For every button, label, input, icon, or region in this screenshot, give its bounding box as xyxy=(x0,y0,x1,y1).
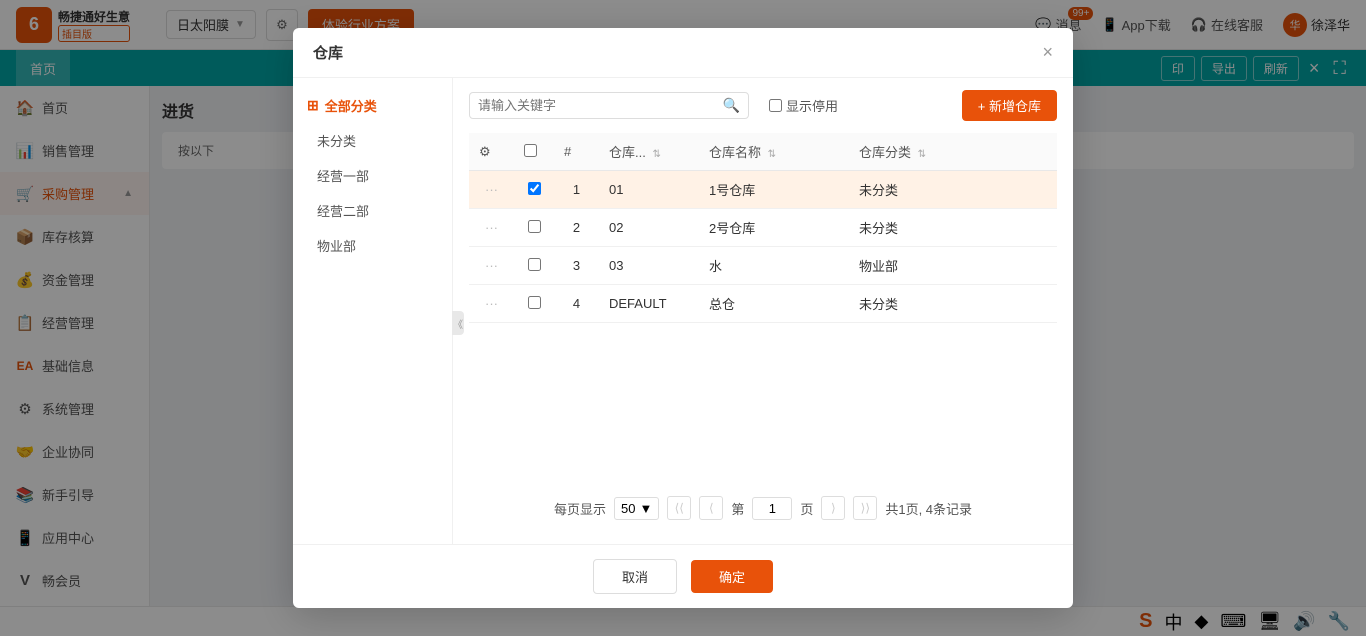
cat-sort-icon: ⇅ xyxy=(918,149,926,160)
row-checkbox[interactable] xyxy=(528,182,541,195)
more-icon[interactable]: ··· xyxy=(485,296,498,311)
row-name: 水 xyxy=(699,247,849,285)
page-number-input[interactable] xyxy=(752,497,792,520)
row-code: 03 xyxy=(599,247,699,285)
page-total: 共1页, 4条记录 xyxy=(885,499,972,518)
chevron-down-icon: ▼ xyxy=(639,501,652,516)
row-checkbox[interactable] xyxy=(528,296,541,309)
pagination: 每页显示 50 ▼ ⟨⟨ ⟨ 第 页 ⟩ xyxy=(469,484,1057,532)
show-disabled-checkbox[interactable] xyxy=(769,99,782,112)
row-checkbox[interactable] xyxy=(528,258,541,271)
row-gear: ··· xyxy=(469,209,514,247)
row-category: 物业部 xyxy=(849,247,969,285)
row-name: 总仓 xyxy=(699,285,849,323)
modal-header: 仓库 × xyxy=(293,28,1073,78)
per-page-select[interactable]: 50 ▼ xyxy=(614,497,659,520)
category-ops2[interactable]: 经营二部 xyxy=(293,193,452,228)
more-icon[interactable]: ··· xyxy=(485,182,498,197)
row-actions xyxy=(969,209,1057,247)
row-name: 2号仓库 xyxy=(699,209,849,247)
warehouse-table: ⚙ # 仓库... ⇅ xyxy=(469,133,1057,323)
table-header-name: 仓库名称 ⇅ xyxy=(699,133,849,171)
modal-footer: 取消 确定 xyxy=(293,544,1073,608)
category-property[interactable]: 物业部 xyxy=(293,228,452,263)
row-gear: ··· xyxy=(469,171,514,209)
table-row[interactable]: ··· 3 03 水 物业部 xyxy=(469,247,1057,285)
row-num: 3 xyxy=(554,247,599,285)
confirm-button[interactable]: 确定 xyxy=(691,560,773,593)
code-sort-icon: ⇅ xyxy=(652,149,660,160)
cancel-button[interactable]: 取消 xyxy=(593,559,677,594)
modal-main: 🔍 显示停用 + 新增仓库 xyxy=(453,78,1073,544)
gear-col-icon: ⚙ xyxy=(479,144,491,159)
first-page-button[interactable]: ⟨⟨ xyxy=(667,496,691,520)
row-num: 1 xyxy=(554,171,599,209)
page-number-label: 第 xyxy=(731,499,744,518)
add-warehouse-button[interactable]: + 新增仓库 xyxy=(962,90,1057,121)
show-disabled-toggle[interactable]: 显示停用 xyxy=(769,96,838,115)
grid-icon: ⊞ xyxy=(307,97,319,114)
row-checkbox-cell xyxy=(514,247,554,285)
more-icon[interactable]: ··· xyxy=(485,258,498,273)
table-row[interactable]: ··· 4 DEFAULT 总仓 未分类 xyxy=(469,285,1057,323)
table-header-gear: ⚙ xyxy=(469,133,514,171)
table-header-code: 仓库... ⇅ xyxy=(599,133,699,171)
table-row[interactable]: ··· 1 01 1号仓库 未分类 xyxy=(469,171,1057,209)
row-checkbox[interactable] xyxy=(528,220,541,233)
last-page-button[interactable]: ⟩⟩ xyxy=(853,496,877,520)
row-name: 1号仓库 xyxy=(699,171,849,209)
search-icon: 🔍 xyxy=(723,97,740,114)
per-page-label: 每页显示 xyxy=(554,499,606,518)
row-checkbox-cell xyxy=(514,209,554,247)
row-code: 02 xyxy=(599,209,699,247)
modal-overlay: 仓库 × ⊞ 全部分类 未分类 经营一部 经营二部 物业部 《 xyxy=(0,0,1366,636)
modal-body: ⊞ 全部分类 未分类 经营一部 经营二部 物业部 《 🔍 xyxy=(293,78,1073,544)
warehouse-modal: 仓库 × ⊞ 全部分类 未分类 经营一部 经营二部 物业部 《 xyxy=(293,28,1073,608)
row-actions xyxy=(969,285,1057,323)
table-header-num: # xyxy=(554,133,599,171)
name-sort-icon: ⇅ xyxy=(768,149,776,160)
category-sidebar: ⊞ 全部分类 未分类 经营一部 经营二部 物业部 《 xyxy=(293,78,453,544)
table-header-actions xyxy=(969,133,1057,171)
row-num: 2 xyxy=(554,209,599,247)
select-all-checkbox[interactable] xyxy=(524,144,537,157)
row-actions xyxy=(969,171,1057,209)
row-category: 未分类 xyxy=(849,171,969,209)
modal-title: 仓库 xyxy=(313,42,343,63)
page-suffix: 页 xyxy=(800,499,813,518)
category-unclassified[interactable]: 未分类 xyxy=(293,123,452,158)
table-header-check xyxy=(514,133,554,171)
category-ops1[interactable]: 经营一部 xyxy=(293,158,452,193)
table-header-category: 仓库分类 ⇅ xyxy=(849,133,969,171)
modal-close-button[interactable]: × xyxy=(1042,42,1053,63)
all-categories[interactable]: ⊞ 全部分类 xyxy=(293,88,452,123)
row-checkbox-cell xyxy=(514,285,554,323)
search-box: 🔍 xyxy=(469,92,749,119)
row-code: 01 xyxy=(599,171,699,209)
table-row[interactable]: ··· 2 02 2号仓库 未分类 xyxy=(469,209,1057,247)
row-checkbox-cell xyxy=(514,171,554,209)
category-collapse-button[interactable]: 《 xyxy=(452,311,464,335)
prev-page-button[interactable]: ⟨ xyxy=(699,496,723,520)
row-num: 4 xyxy=(554,285,599,323)
more-icon[interactable]: ··· xyxy=(485,220,498,235)
warehouse-table-container: ⚙ # 仓库... ⇅ xyxy=(469,133,1057,484)
table-header-row: ⚙ # 仓库... ⇅ xyxy=(469,133,1057,171)
row-gear: ··· xyxy=(469,285,514,323)
row-actions xyxy=(969,247,1057,285)
next-page-button[interactable]: ⟩ xyxy=(821,496,845,520)
row-gear: ··· xyxy=(469,247,514,285)
row-category: 未分类 xyxy=(849,285,969,323)
row-category: 未分类 xyxy=(849,209,969,247)
search-input[interactable] xyxy=(478,98,723,113)
modal-toolbar: 🔍 显示停用 + 新增仓库 xyxy=(469,90,1057,121)
row-code: DEFAULT xyxy=(599,285,699,323)
